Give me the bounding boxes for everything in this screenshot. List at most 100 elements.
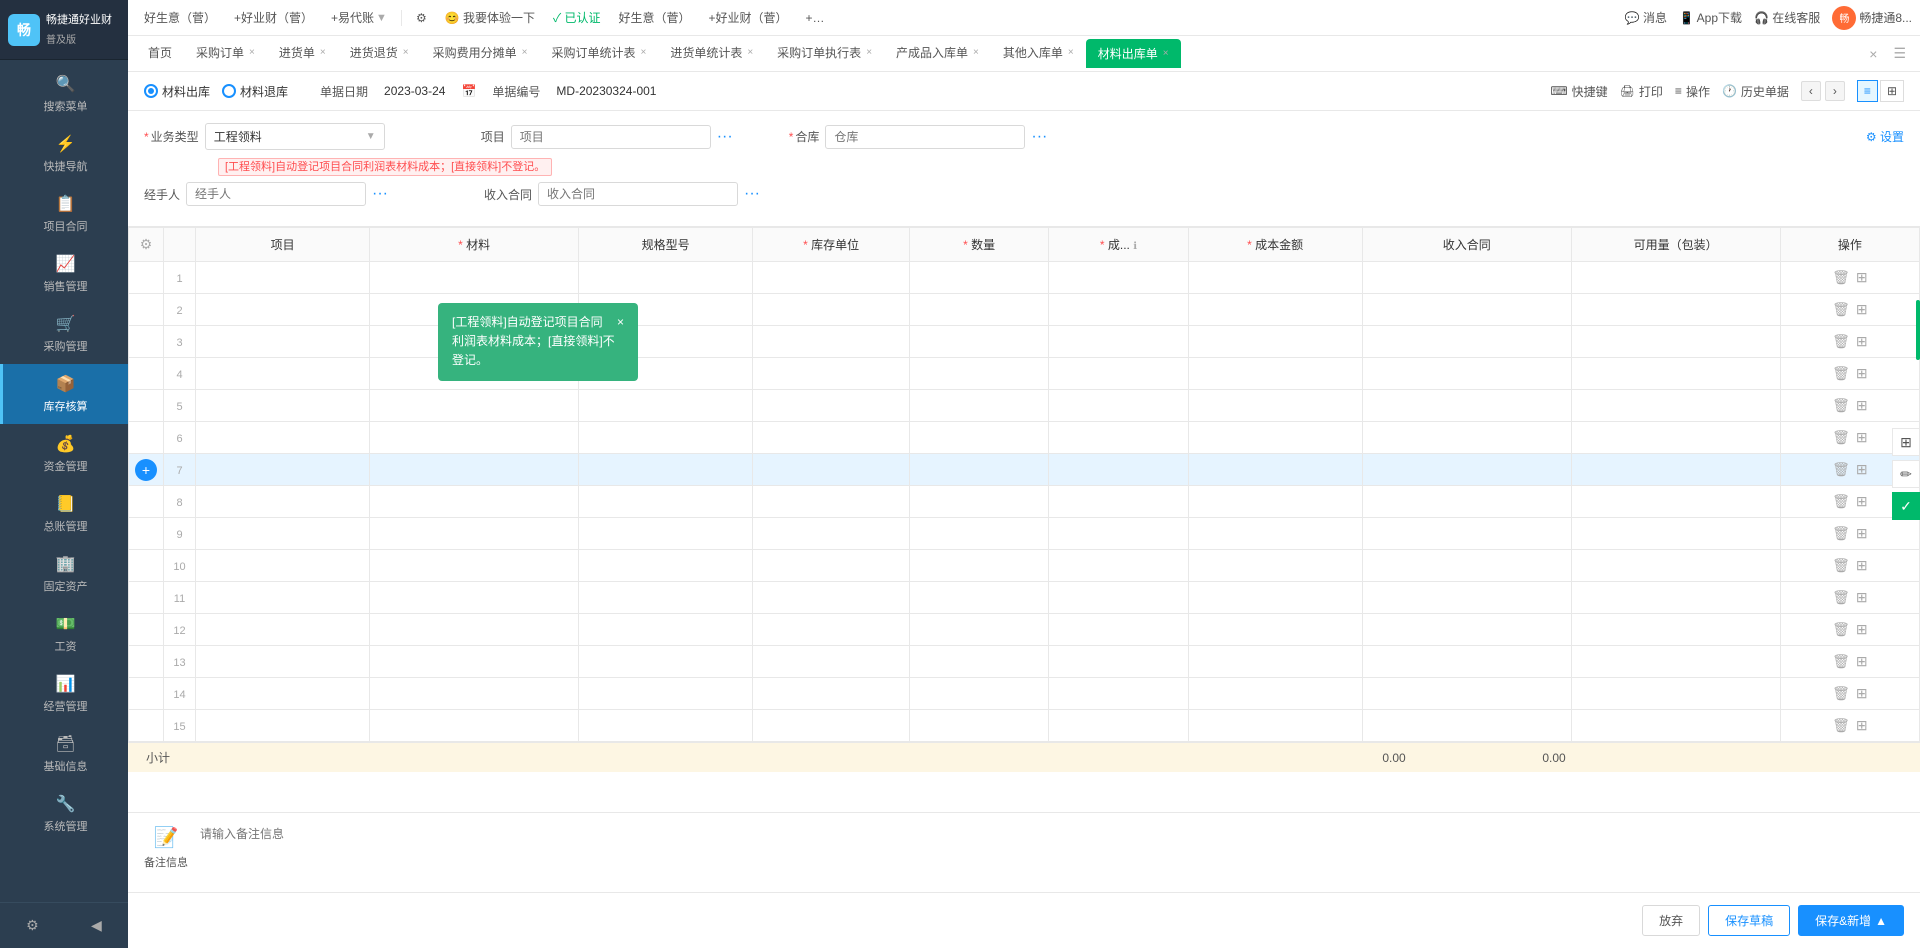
- tab-close-icon[interactable]: ×: [522, 47, 528, 58]
- income-contract-cell[interactable]: [1362, 422, 1571, 454]
- tab-close-all-btn[interactable]: ×: [1863, 44, 1883, 64]
- sidebar-item-6[interactable]: 💰资金管理: [0, 424, 128, 484]
- cost-amount-cell[interactable]: [1188, 294, 1362, 326]
- qty-cell[interactable]: [909, 422, 1048, 454]
- available-cell[interactable]: [1571, 710, 1780, 742]
- business-type-select[interactable]: 工程领料 ▼: [205, 123, 385, 150]
- income-contract-cell[interactable]: [1362, 678, 1571, 710]
- tab-product-in[interactable]: 产成品入库单 ×: [884, 38, 991, 69]
- cost-amount-cell[interactable]: [1188, 486, 1362, 518]
- material-cell[interactable]: [370, 486, 579, 518]
- tab-purchase-order[interactable]: 采购订单 ×: [184, 38, 267, 69]
- handler-dots-btn[interactable]: ···: [372, 185, 388, 203]
- material-cell[interactable]: [370, 262, 579, 294]
- project-cell[interactable]: [196, 422, 370, 454]
- income-contract-cell[interactable]: [1362, 710, 1571, 742]
- project-cell[interactable]: [196, 646, 370, 678]
- income-contract-cell[interactable]: [1362, 614, 1571, 646]
- spec-cell[interactable]: [579, 390, 753, 422]
- unit-cell[interactable]: [753, 390, 910, 422]
- copy-row-btn[interactable]: ⊞: [1856, 333, 1868, 350]
- sidebar-item-2[interactable]: 📋项目合同: [0, 184, 128, 244]
- spec-cell[interactable]: [579, 262, 753, 294]
- project-cell[interactable]: [196, 390, 370, 422]
- sidebar-item-4[interactable]: 🛒采购管理: [0, 304, 128, 364]
- project-cell[interactable]: [196, 678, 370, 710]
- copy-row-btn[interactable]: ⊞: [1856, 557, 1868, 574]
- qty-cell[interactable]: [909, 358, 1048, 390]
- spec-cell[interactable]: [579, 582, 753, 614]
- float-expand-btn[interactable]: ⊞: [1892, 428, 1920, 456]
- nav-prev-btn[interactable]: ‹: [1801, 81, 1821, 101]
- income-contract-input[interactable]: [538, 182, 738, 206]
- delete-row-btn[interactable]: 🗑: [1832, 525, 1850, 542]
- cost-cell[interactable]: [1049, 582, 1188, 614]
- unit-cell[interactable]: [753, 710, 910, 742]
- income-contract-cell[interactable]: [1362, 550, 1571, 582]
- sidebar-settings-btn[interactable]: ⚙: [22, 913, 43, 938]
- available-cell[interactable]: [1571, 550, 1780, 582]
- cost-cell[interactable]: [1049, 550, 1188, 582]
- view-grid-btn[interactable]: ⊞: [1880, 80, 1904, 102]
- topnav-haoshengyi2[interactable]: 好生意（菅）: [611, 5, 699, 30]
- income-contract-cell[interactable]: [1362, 486, 1571, 518]
- cost-amount-cell[interactable]: [1188, 390, 1362, 422]
- qty-cell[interactable]: [909, 294, 1048, 326]
- unit-cell[interactable]: [753, 582, 910, 614]
- tab-close-material-icon[interactable]: ×: [1163, 48, 1169, 59]
- spec-cell[interactable]: [579, 550, 753, 582]
- material-cell[interactable]: [370, 550, 579, 582]
- qty-cell[interactable]: [909, 550, 1048, 582]
- spec-cell[interactable]: [579, 646, 753, 678]
- delete-row-btn[interactable]: 🗑: [1832, 461, 1850, 478]
- unit-cell[interactable]: [753, 358, 910, 390]
- topnav-settings[interactable]: ⚙: [408, 7, 435, 29]
- income-contract-cell[interactable]: [1362, 390, 1571, 422]
- settings-btn[interactable]: ⚙ 设置: [1866, 128, 1904, 145]
- project-cell[interactable]: [196, 294, 370, 326]
- cost-amount-cell[interactable]: [1188, 326, 1362, 358]
- unit-cell[interactable]: [753, 614, 910, 646]
- nav-next-btn[interactable]: ›: [1825, 81, 1845, 101]
- sidebar-item-3[interactable]: 📈销售管理: [0, 244, 128, 304]
- qty-cell[interactable]: [909, 390, 1048, 422]
- topbar-user-btn[interactable]: 畅 畅捷通8...: [1832, 6, 1912, 30]
- discard-btn[interactable]: 放弃: [1642, 905, 1700, 936]
- qty-cell[interactable]: [909, 486, 1048, 518]
- topnav-yidaizhang[interactable]: +易代账 ▼: [323, 5, 395, 30]
- float-green-btn[interactable]: ✓: [1892, 492, 1920, 520]
- tab-close-icon[interactable]: ×: [747, 47, 753, 58]
- history-btn[interactable]: 🕐 历史单据: [1722, 83, 1789, 100]
- tab-in-stat[interactable]: 进货单统计表 ×: [658, 38, 765, 69]
- unit-cell[interactable]: [753, 486, 910, 518]
- project-cell[interactable]: [196, 454, 370, 486]
- material-cell[interactable]: [370, 454, 579, 486]
- tab-close-icon[interactable]: ×: [403, 47, 409, 58]
- copy-row-btn[interactable]: ⊞: [1856, 589, 1868, 606]
- income-contract-cell[interactable]: [1362, 518, 1571, 550]
- tooltip-close-btn[interactable]: ×: [617, 313, 624, 332]
- copy-row-btn[interactable]: ⊞: [1856, 365, 1868, 382]
- income-contract-dots-btn[interactable]: ···: [744, 185, 760, 203]
- delete-row-btn[interactable]: 🗑: [1832, 397, 1850, 414]
- project-cell[interactable]: [196, 262, 370, 294]
- delete-row-btn[interactable]: 🗑: [1832, 621, 1850, 638]
- delete-row-btn[interactable]: 🗑: [1832, 589, 1850, 606]
- project-cell[interactable]: [196, 326, 370, 358]
- column-settings-icon[interactable]: ⚙: [140, 236, 153, 252]
- material-cell[interactable]: [370, 582, 579, 614]
- unit-cell[interactable]: [753, 550, 910, 582]
- material-cell[interactable]: [370, 646, 579, 678]
- material-cell[interactable]: [370, 614, 579, 646]
- quick-key-btn[interactable]: ⌨ 快捷键: [1550, 83, 1607, 100]
- spec-cell[interactable]: [579, 614, 753, 646]
- tab-purchase-exec[interactable]: 采购订单执行表 ×: [765, 38, 884, 69]
- topbar-online-service-btn[interactable]: 🎧 在线客服: [1754, 9, 1820, 26]
- view-table-btn[interactable]: ≡: [1857, 80, 1878, 102]
- cost-cell[interactable]: [1049, 454, 1188, 486]
- delete-row-btn[interactable]: 🗑: [1832, 493, 1850, 510]
- spec-cell[interactable]: [579, 678, 753, 710]
- copy-row-btn[interactable]: ⊞: [1856, 429, 1868, 446]
- project-cell[interactable]: [196, 518, 370, 550]
- tab-close-icon[interactable]: ×: [320, 47, 326, 58]
